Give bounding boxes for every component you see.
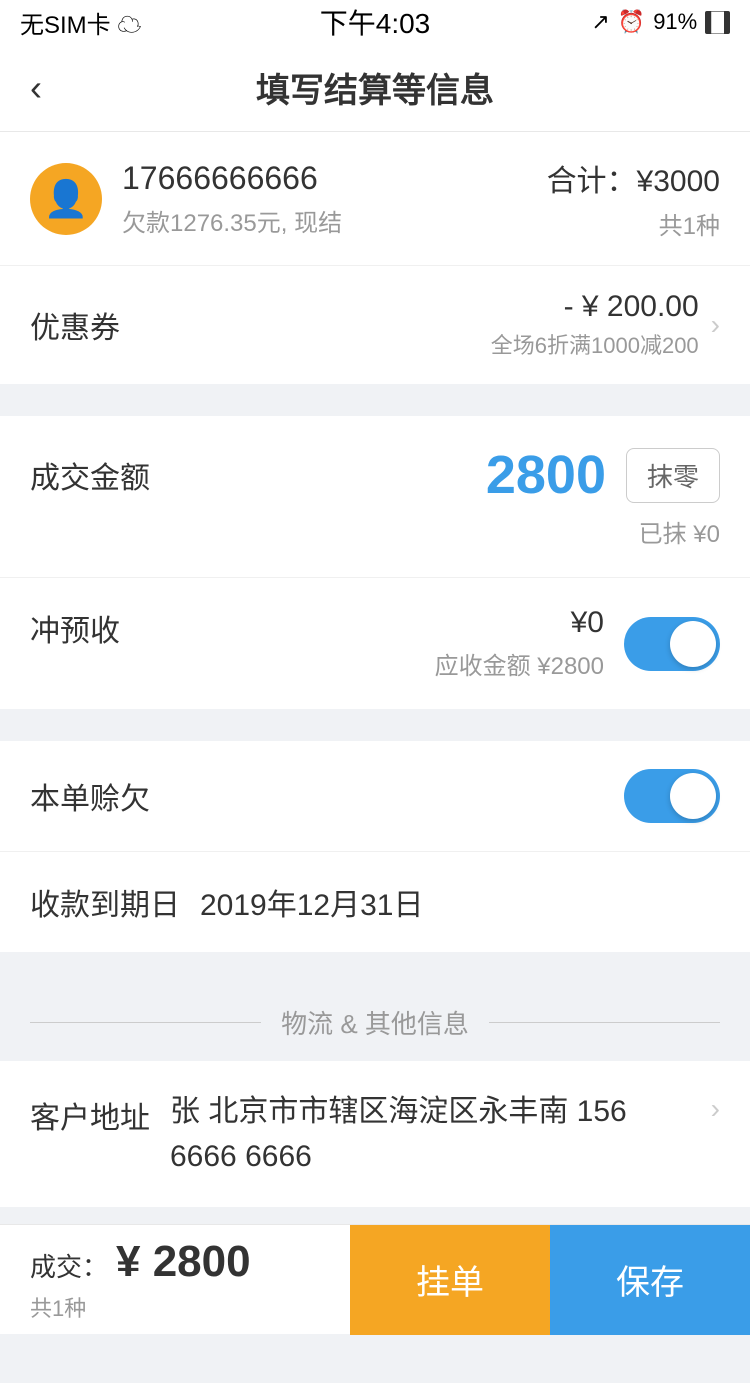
coupon-row[interactable]: 优惠券 - ¥ 200.00 全场6折满1000减200 › bbox=[0, 265, 750, 384]
divider-2 bbox=[0, 725, 750, 741]
total-count: 共1种 bbox=[547, 206, 720, 241]
prepaid-toggle[interactable] bbox=[624, 617, 720, 671]
address-section: 客户地址 张 北京市市辖区海淀区永丰南 156 6666 6666 › bbox=[0, 1061, 750, 1207]
customer-phone: 17666666666 bbox=[122, 160, 342, 197]
customer-right: 合计：¥3000 共1种 bbox=[547, 156, 720, 241]
status-bar: 无SIM卡 ☁ 下午4:03 ↗ ⏰ 91% █ bbox=[0, 0, 750, 44]
sim-status: 无SIM卡 ☁ bbox=[20, 5, 141, 40]
status-time: 下午4:03 bbox=[320, 2, 431, 42]
customer-section: 👤 17666666666 欠款1276.35元, 现结 合计：¥3000 共1… bbox=[0, 132, 750, 384]
total-amount: 合计：¥3000 bbox=[547, 156, 720, 200]
debt-toggle-thumb bbox=[670, 773, 716, 819]
debt-label: 本单赊欠 bbox=[30, 774, 150, 818]
logistics-section: 物流 & 其他信息 bbox=[0, 984, 750, 1061]
prepaid-value: ¥0 bbox=[435, 606, 604, 640]
coupon-description: 全场6折满1000减200 bbox=[491, 328, 699, 360]
transaction-row-wrapper: 成交金额 2800 抹零 已抹 ¥0 bbox=[0, 416, 750, 577]
logistics-line-left bbox=[30, 1022, 261, 1023]
address-label: 客户地址 bbox=[30, 1089, 150, 1137]
pending-button[interactable]: 挂单 bbox=[350, 1225, 550, 1335]
logistics-line-right bbox=[489, 1022, 720, 1023]
nav-bar: ‹ 填写结算等信息 bbox=[0, 44, 750, 132]
debt-toggle[interactable] bbox=[624, 769, 720, 823]
toggle-thumb bbox=[670, 621, 716, 667]
footer-bar: 成交： ¥ 2800 共1种 挂单 保存 bbox=[0, 1224, 750, 1334]
coupon-right: - ¥ 200.00 全场6折满1000减200 › bbox=[491, 290, 720, 360]
transaction-sub: 已抹 ¥0 bbox=[30, 514, 720, 549]
alarm-icon: ⏰ bbox=[618, 9, 645, 35]
customer-row: 👤 17666666666 欠款1276.35元, 现结 合计：¥3000 共1… bbox=[0, 132, 750, 265]
round-button[interactable]: 抹零 bbox=[626, 448, 720, 503]
due-date-section: 收款到期日 2019年12月31日 bbox=[0, 851, 750, 952]
coupon-label: 优惠券 bbox=[30, 303, 120, 347]
footer-deal-amount: ¥ 2800 bbox=[116, 1237, 251, 1287]
footer-deal-label: 成交： bbox=[30, 1247, 108, 1284]
avatar: 👤 bbox=[30, 163, 102, 235]
status-right: ↗ ⏰ 91% █ bbox=[591, 9, 730, 35]
battery-status: 91% bbox=[653, 9, 697, 35]
logistics-label: 物流 & 其他信息 bbox=[281, 1004, 469, 1041]
status-left: 无SIM卡 ☁ bbox=[20, 5, 141, 40]
prepaid-info: ¥0 应收金额 ¥2800 bbox=[435, 606, 604, 681]
due-date-content: 收款到期日 2019年12月31日 bbox=[30, 880, 720, 924]
battery-icon: █ bbox=[705, 11, 730, 34]
customer-left: 👤 17666666666 欠款1276.35元, 现结 bbox=[30, 160, 342, 238]
prepaid-sub: 应收金额 ¥2800 bbox=[435, 646, 604, 681]
address-value: 张 北京市市辖区海淀区永丰南 156 6666 6666 bbox=[170, 1089, 691, 1179]
page-title: 填写结算等信息 bbox=[256, 63, 494, 112]
coupon-value: - ¥ 200.00 bbox=[491, 290, 699, 324]
divider-1 bbox=[0, 400, 750, 416]
footer-deal: 成交： ¥ 2800 bbox=[30, 1237, 320, 1287]
prepaid-row: 冲预收 ¥0 应收金额 ¥2800 bbox=[0, 577, 750, 709]
customer-info: 17666666666 欠款1276.35元, 现结 bbox=[122, 160, 342, 238]
transaction-section: 成交金额 2800 抹零 已抹 ¥0 冲预收 ¥0 应收金额 ¥2800 bbox=[0, 416, 750, 709]
debt-section: 本单赊欠 收款到期日 2019年12月31日 bbox=[0, 741, 750, 952]
divider-3 bbox=[0, 968, 750, 984]
prepaid-right: ¥0 应收金额 ¥2800 bbox=[435, 606, 720, 681]
back-button[interactable]: ‹ bbox=[30, 67, 42, 109]
coupon-discount: - ¥ 200.00 全场6折满1000减200 bbox=[491, 290, 699, 360]
footer-count: 共1种 bbox=[30, 1291, 320, 1323]
transaction-row: 成交金额 2800 抹零 bbox=[30, 444, 720, 506]
due-date-value: 2019年12月31日 bbox=[200, 880, 423, 924]
amount-right: 2800 抹零 bbox=[486, 444, 720, 506]
customer-debt: 欠款1276.35元, 现结 bbox=[122, 203, 342, 238]
save-button[interactable]: 保存 bbox=[550, 1225, 750, 1335]
transaction-label: 成交金额 bbox=[30, 453, 150, 497]
due-date-label: 收款到期日 bbox=[30, 880, 180, 924]
location-icon: ↗ bbox=[591, 9, 609, 35]
transaction-amount: 2800 bbox=[486, 444, 606, 506]
coupon-chevron-icon: › bbox=[711, 309, 720, 341]
prepaid-label: 冲预收 bbox=[30, 606, 120, 650]
address-chevron-icon: › bbox=[711, 1089, 720, 1125]
debt-row: 本单赊欠 bbox=[0, 741, 750, 851]
footer-summary: 成交： ¥ 2800 共1种 bbox=[0, 1237, 350, 1323]
address-row[interactable]: 客户地址 张 北京市市辖区海淀区永丰南 156 6666 6666 › bbox=[0, 1061, 750, 1207]
